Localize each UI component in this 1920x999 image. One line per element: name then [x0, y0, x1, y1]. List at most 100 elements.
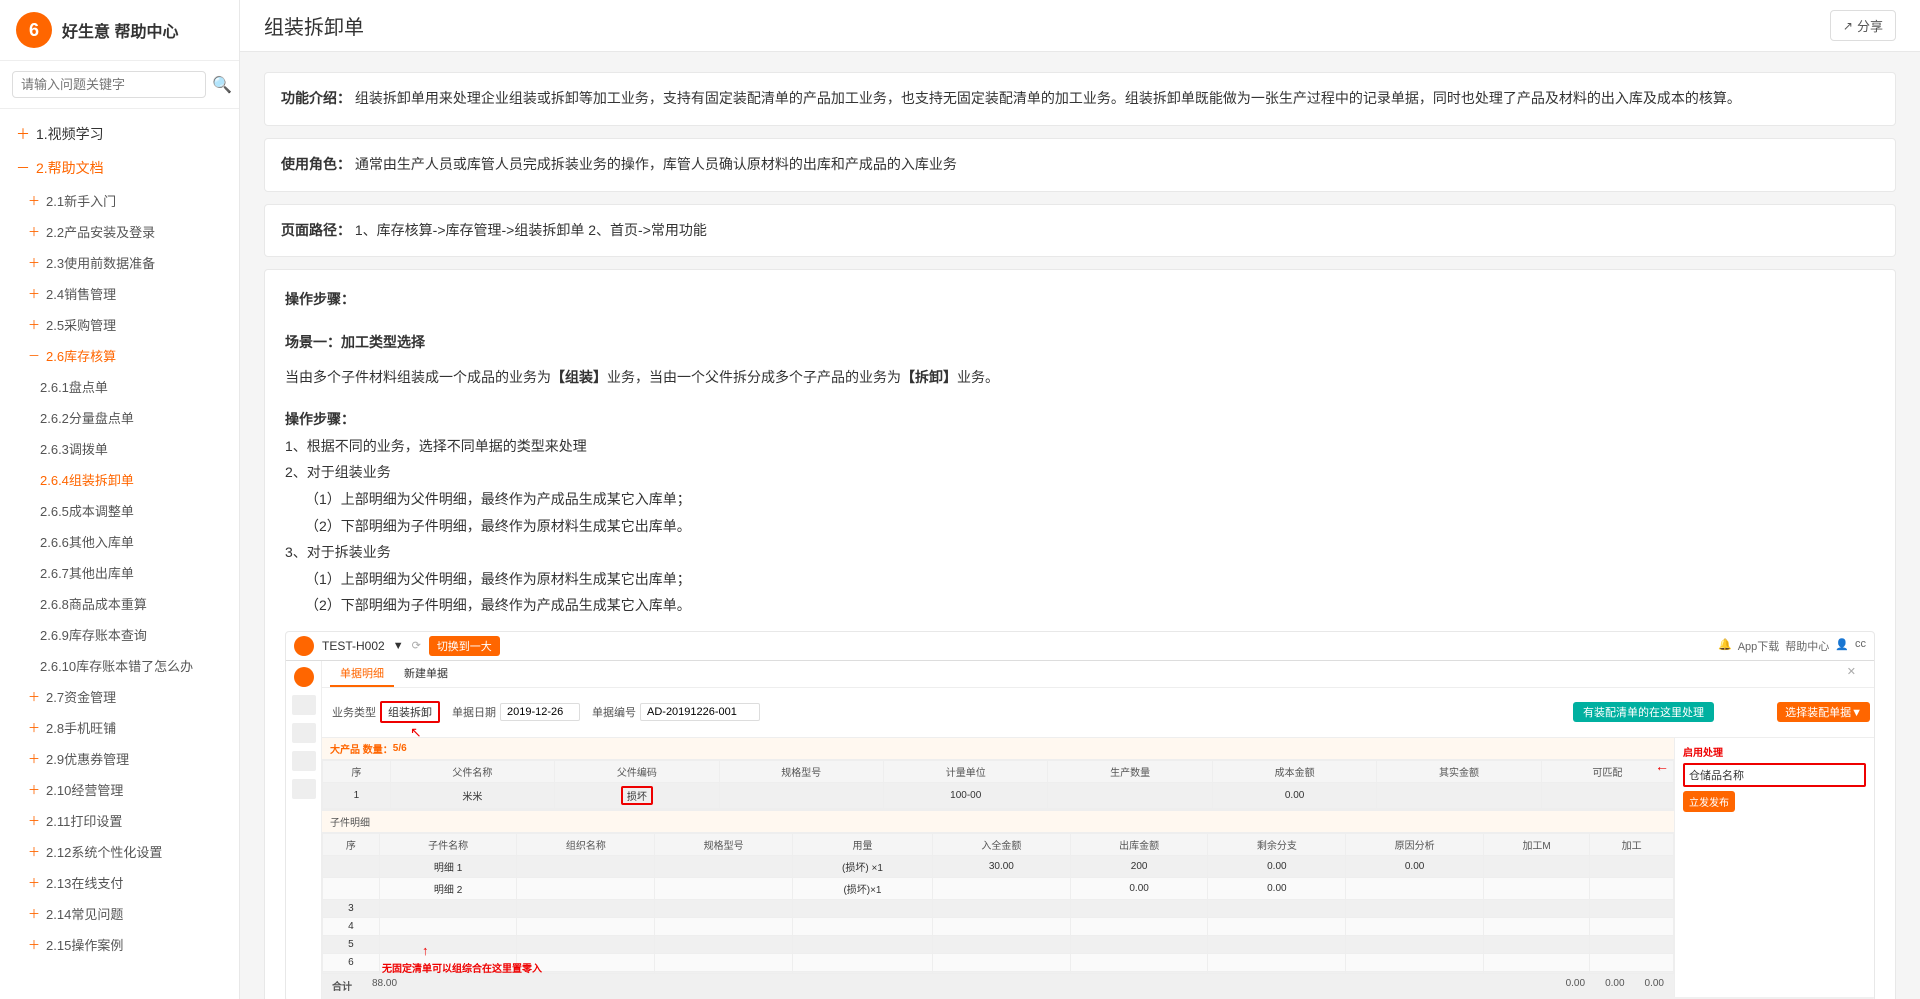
mock-company: TEST-H002 [322, 639, 385, 653]
cell-spec [719, 782, 883, 808]
annot-no-fixed: 无固定清单可以组综合在这里置零入 [382, 960, 542, 975]
sidebar-item-sub213[interactable]: ＋ 2.13在线支付 [0, 867, 239, 898]
sidebar-leaf-266[interactable]: 2.6.6其他入库单 [0, 526, 239, 557]
sidebar-leaf-261[interactable]: 2.6.1盘点单 [0, 371, 239, 402]
mock-sidenav-item[interactable] [292, 779, 316, 799]
upper-table-row: 1 米米 损坏 100-00 0.00 [323, 782, 1674, 808]
col-match: 可匹配 [1541, 760, 1673, 782]
mock-tab-new[interactable]: 新建单据 [394, 661, 458, 687]
sidebar-leaf-2610[interactable]: 2.6.10库存账本错了怎么办 [0, 650, 239, 681]
mock-totals: 合计 88.00 0.00 0.00 0.00 [322, 973, 1674, 997]
lower-row-4: 4 [323, 917, 1674, 935]
total-val2: 0.00 [1566, 978, 1585, 993]
mock-table-count-val: 5/6 [393, 743, 407, 754]
mock-top-icons: 🔔 App下载 帮助中心 👤 cc [1718, 638, 1866, 654]
sidebar-item-sub210[interactable]: ＋ 2.10经营管理 [0, 774, 239, 805]
share-icon: ↗ [1843, 19, 1853, 33]
sidebar-item-help[interactable]: － 2.帮助文档 [0, 151, 239, 185]
sidebar-leaf-267[interactable]: 2.6.7其他出库单 [0, 557, 239, 588]
form-type-input[interactable]: 组装拆卸 [380, 701, 440, 723]
col-out-amt: 出库金额 [1070, 833, 1208, 855]
annot-arrow2: ← [1655, 758, 1669, 774]
mock-sidenav-item[interactable] [292, 751, 316, 771]
total-val3: 0.00 [1605, 978, 1624, 993]
plus-icon: ＋ [28, 688, 40, 705]
mock-lower-table-wrapper: 序 子件名称 组织名称 规格型号 用量 入全金额 出库金额 [322, 833, 1674, 973]
app-screenshot: TEST-H002 ▼ ⟳ 切换到一大 🔔 App下载 帮助中心 👤 cc [285, 631, 1875, 999]
form-date-input[interactable] [500, 703, 580, 721]
mock-tab-close[interactable]: ✕ [1837, 661, 1866, 687]
sidebar-item-sub214[interactable]: ＋ 2.14常见问题 [0, 898, 239, 929]
col-remain: 剩余分支 [1208, 833, 1346, 855]
annot-arrow3: ↑ [422, 943, 429, 958]
content-area: 功能介绍： 组装拆卸单用来处理企业组装或拆卸等加工业务，支持有固定装配清单的产品… [240, 52, 1920, 999]
minus-icon: － [16, 158, 30, 178]
func-intro-block: 功能介绍： 组装拆卸单用来处理企业组装或拆卸等加工业务，支持有固定装配清单的产品… [264, 72, 1896, 126]
role-block: 使用角色： 通常由生产人员或库管人员完成拆装业务的操作，库管人员确认原材料的出库… [264, 138, 1896, 192]
mock-tab-details[interactable]: 单据明细 [330, 661, 394, 687]
share-button[interactable]: ↗ 分享 [1830, 10, 1896, 41]
mock-sidenav-logo [294, 667, 314, 687]
mock-sidenav [286, 661, 322, 999]
sidebar-item-sub29[interactable]: ＋ 2.9优惠券管理 [0, 743, 239, 774]
lower-toolbar-label: 子件明细 [330, 818, 370, 829]
mock-lower-toolbar: 子件明细 [322, 809, 1674, 833]
path-block: 页面路径： 1、库存核算->库存管理->组装拆卸单 2、首页->常用功能 [264, 204, 1896, 258]
nav-list: ＋ 1.视频学习 － 2.帮助文档 ＋ 2.1新手入门 ＋ 2.2产品安装及登录… [0, 109, 239, 999]
sidebar-item-sub23[interactable]: ＋ 2.3使用前数据准备 [0, 247, 239, 278]
sidebar-item-sub22[interactable]: ＋ 2.2产品安装及登录 [0, 216, 239, 247]
sidebar-leaf-269[interactable]: 2.6.9库存账本查询 [0, 619, 239, 650]
mock-nav-btn[interactable]: 切换到一大 [429, 636, 500, 656]
step2: 2、对于组装业务 [285, 459, 1875, 486]
sidebar-item-sub21[interactable]: ＋ 2.1新手入门 [0, 185, 239, 216]
search-input[interactable] [12, 71, 206, 98]
sidebar-leaf-265[interactable]: 2.6.5成本调整单 [0, 495, 239, 526]
mock-warehouse-input[interactable]: 仓储品名称 [1683, 763, 1866, 787]
path-label: 页面路径： [281, 222, 351, 238]
cell-name: 米米 [390, 782, 554, 808]
cell-unit: 100-00 [884, 782, 1048, 808]
steps-subtitle: 操作步骤： [285, 406, 1875, 433]
sidebar-item-sub212[interactable]: ＋ 2.12系统个性化设置 [0, 836, 239, 867]
total-spacer [417, 978, 1546, 993]
plus-icon: ＋ [28, 254, 40, 271]
search-button[interactable]: 🔍 [212, 75, 232, 95]
total-label: 合计 [332, 978, 352, 993]
plus-icon: ＋ [28, 316, 40, 333]
col-reason: 原因分析 [1346, 833, 1484, 855]
sidebar-item-sub26[interactable]: － 2.6库存核算 [0, 340, 239, 371]
col-seq: 序 [323, 833, 380, 855]
mock-tabs: 单据明细 新建单据 ✕ [322, 661, 1874, 688]
sidebar-leaf-263[interactable]: 2.6.3调拨单 [0, 433, 239, 464]
mock-confirm-btn[interactable]: 立发发布 [1683, 791, 1735, 812]
mock-sidenav-item[interactable] [292, 695, 316, 715]
plus-icon: ＋ [28, 812, 40, 829]
sidebar-item-sub25[interactable]: ＋ 2.5采购管理 [0, 309, 239, 340]
col-spec: 规格型号 [655, 833, 793, 855]
mock-form-number: 单据编号 [592, 703, 760, 721]
sidebar-item-sub27[interactable]: ＋ 2.7资金管理 [0, 681, 239, 712]
sidebar-item-sub28[interactable]: ＋ 2.8手机旺铺 [0, 712, 239, 743]
plus-icon: ＋ [28, 719, 40, 736]
sidebar-leaf-268[interactable]: 2.6.8商品成本重算 [0, 588, 239, 619]
sidebar-item-sub215[interactable]: ＋ 2.15操作案例 [0, 929, 239, 960]
mock-table-count-label: 大产品 数量： [330, 741, 393, 756]
form-number-input[interactable] [640, 703, 760, 721]
scene1-title: 场景一：加工类型选择 [285, 329, 1875, 356]
sidebar-item-sub24[interactable]: ＋ 2.4销售管理 [0, 278, 239, 309]
form-date-label: 单据日期 [452, 704, 496, 720]
sidebar-item-sub211[interactable]: ＋ 2.11打印设置 [0, 805, 239, 836]
mock-app: TEST-H002 ▼ ⟳ 切换到一大 🔔 App下载 帮助中心 👤 cc [286, 632, 1874, 999]
page-title: 组装拆卸单 [264, 11, 364, 40]
path-text: 1、库存核算->库存管理->组装拆卸单 2、首页->常用功能 [355, 222, 707, 238]
mock-btn-choose[interactable]: 选择装配单据▼ [1777, 702, 1870, 722]
sidebar-item-video[interactable]: ＋ 1.视频学习 [0, 117, 239, 151]
sidebar-leaf-262[interactable]: 2.6.2分量盘点单 [0, 402, 239, 433]
mock-user-name: cc [1855, 638, 1866, 654]
mock-refresh-icon: ⟳ [412, 639, 421, 652]
col-cost: 成本金额 [1212, 760, 1376, 782]
mock-sidenav-item[interactable] [292, 723, 316, 743]
sidebar-leaf-264[interactable]: 2.6.4组装拆卸单 [0, 464, 239, 495]
plus-icon: ＋ [28, 781, 40, 798]
mock-topbar: TEST-H002 ▼ ⟳ 切换到一大 🔔 App下载 帮助中心 👤 cc [286, 632, 1874, 661]
